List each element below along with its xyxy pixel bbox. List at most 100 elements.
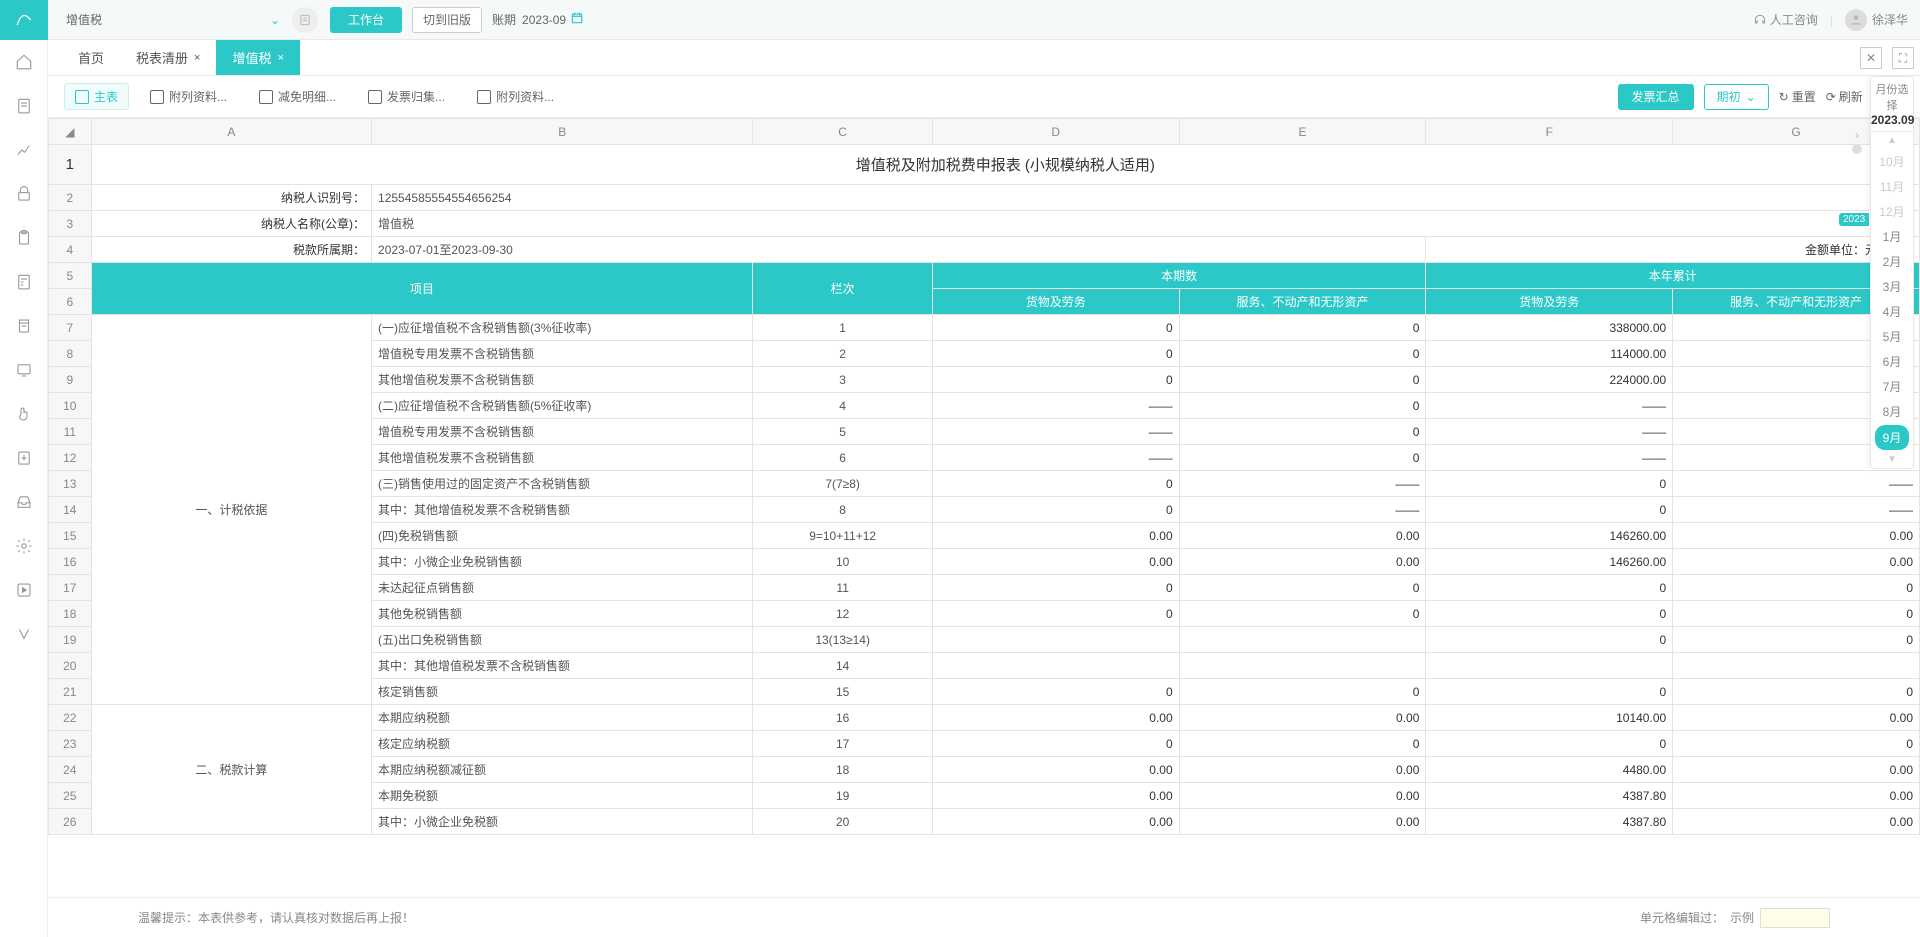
tab-增值税[interactable]: 增值税× xyxy=(216,40,299,75)
data-cell[interactable]: —— xyxy=(1426,393,1673,419)
nav-safe-icon[interactable] xyxy=(0,172,48,216)
data-cell[interactable]: 146260.00 xyxy=(1426,549,1673,575)
note-icon-button[interactable] xyxy=(292,7,318,33)
data-cell[interactable]: 0 xyxy=(1426,601,1673,627)
data-cell[interactable]: —— xyxy=(1673,471,1920,497)
data-cell[interactable]: 0 xyxy=(1426,497,1673,523)
nav-home-icon[interactable] xyxy=(0,40,48,84)
data-cell[interactable]: 0 xyxy=(1426,679,1673,705)
data-cell[interactable]: 146260.00 xyxy=(1426,523,1673,549)
nav-chart-icon[interactable] xyxy=(0,128,48,172)
corner-cell[interactable]: ◢ xyxy=(49,119,92,145)
data-cell[interactable]: 0.00 xyxy=(1179,757,1426,783)
row-header[interactable]: 16 xyxy=(49,549,92,575)
data-cell[interactable]: —— xyxy=(1179,471,1426,497)
data-cell[interactable]: 0 xyxy=(1179,601,1426,627)
month-item[interactable]: 4月 xyxy=(1871,299,1913,324)
data-cell[interactable]: 0 xyxy=(1673,627,1920,653)
subtab-附列资料...[interactable]: 附列资料... xyxy=(139,83,238,110)
data-cell[interactable]: 0 xyxy=(1426,731,1673,757)
row-header[interactable]: 12 xyxy=(49,445,92,471)
row-header[interactable]: 10 xyxy=(49,393,92,419)
data-cell[interactable]: —— xyxy=(932,393,1179,419)
nav-play-icon[interactable] xyxy=(0,568,48,612)
data-cell[interactable]: 0.00 xyxy=(932,523,1179,549)
month-item[interactable]: 7月 xyxy=(1871,374,1913,399)
data-cell[interactable]: —— xyxy=(1673,497,1920,523)
data-cell[interactable]: 0 xyxy=(1179,679,1426,705)
subtab-主表[interactable]: 主表 xyxy=(64,83,129,110)
data-cell[interactable]: 0 xyxy=(932,679,1179,705)
row-header[interactable]: 7 xyxy=(49,315,92,341)
data-cell[interactable]: 0.00 xyxy=(1673,809,1920,835)
col-header[interactable]: A xyxy=(91,119,371,145)
month-item[interactable]: 6月 xyxy=(1871,349,1913,374)
data-cell[interactable]: 0.00 xyxy=(932,705,1179,731)
tab-税表清册[interactable]: 税表清册× xyxy=(120,40,216,75)
nav-v-icon[interactable] xyxy=(0,612,48,656)
col-header[interactable]: E xyxy=(1179,119,1426,145)
data-cell[interactable]: 0 xyxy=(1179,575,1426,601)
month-item[interactable]: 5月 xyxy=(1871,324,1913,349)
data-cell[interactable]: 0.00 xyxy=(1673,705,1920,731)
month-item[interactable]: 2月 xyxy=(1871,249,1913,274)
data-cell[interactable]: 0 xyxy=(932,731,1179,757)
month-next-icon[interactable]: ▼ xyxy=(1871,451,1913,468)
data-cell[interactable]: —— xyxy=(932,445,1179,471)
refresh-button[interactable]: ⟳刷新 xyxy=(1826,88,1863,105)
data-cell[interactable]: —— xyxy=(1179,497,1426,523)
data-cell[interactable]: 0.00 xyxy=(1179,523,1426,549)
data-cell[interactable]: 0.00 xyxy=(1673,783,1920,809)
data-cell[interactable]: 0.00 xyxy=(1179,809,1426,835)
data-cell[interactable]: 4480.00 xyxy=(1426,757,1673,783)
col-header[interactable]: C xyxy=(753,119,932,145)
row-header[interactable]: 8 xyxy=(49,341,92,367)
month-prev-icon[interactable]: ▲ xyxy=(1871,132,1913,149)
data-cell[interactable]: 0.00 xyxy=(932,809,1179,835)
close-icon[interactable]: × xyxy=(194,52,200,64)
row-header[interactable]: 4 xyxy=(49,237,92,263)
data-cell[interactable]: —— xyxy=(932,419,1179,445)
switch-old-button[interactable]: 切到旧版 xyxy=(412,7,482,33)
row-header[interactable]: 17 xyxy=(49,575,92,601)
data-cell[interactable]: 0 xyxy=(932,471,1179,497)
data-cell[interactable]: 0 xyxy=(1673,575,1920,601)
reset-button[interactable]: ↻重置 xyxy=(1779,88,1816,105)
row-header[interactable]: 18 xyxy=(49,601,92,627)
row-header[interactable]: 5 xyxy=(49,263,92,289)
data-cell[interactable]: 0 xyxy=(932,575,1179,601)
subtab-减免明细...[interactable]: 减免明细... xyxy=(248,83,347,110)
data-cell[interactable]: 0 xyxy=(1179,393,1426,419)
data-cell[interactable]: 0 xyxy=(1179,445,1426,471)
data-cell[interactable]: 0 xyxy=(1179,731,1426,757)
data-cell[interactable]: 0 xyxy=(932,341,1179,367)
data-cell[interactable]: 0.00 xyxy=(1673,757,1920,783)
data-cell[interactable]: 0.00 xyxy=(1179,783,1426,809)
data-cell[interactable]: 0.00 xyxy=(1179,549,1426,575)
data-cell[interactable]: 0.00 xyxy=(1179,705,1426,731)
row-header[interactable]: 9 xyxy=(49,367,92,393)
row-header[interactable]: 2 xyxy=(49,185,92,211)
nav-clipboard-icon[interactable] xyxy=(0,216,48,260)
row-header[interactable]: 26 xyxy=(49,809,92,835)
nav-settings-icon[interactable] xyxy=(0,524,48,568)
data-cell[interactable]: 0.00 xyxy=(932,549,1179,575)
row-header[interactable]: 15 xyxy=(49,523,92,549)
period-value[interactable]: 2023-09 xyxy=(522,13,566,27)
month-item[interactable]: 8月 xyxy=(1871,399,1913,424)
page-dot[interactable] xyxy=(1852,144,1862,154)
data-cell[interactable]: 0 xyxy=(1179,367,1426,393)
calendar-icon[interactable] xyxy=(570,11,584,28)
row-header[interactable]: 25 xyxy=(49,783,92,809)
data-cell[interactable]: 10140.00 xyxy=(1426,705,1673,731)
user-menu[interactable]: 徐泽华 xyxy=(1845,9,1908,31)
data-cell[interactable]: 114000.00 xyxy=(1426,341,1673,367)
data-cell[interactable]: 0 xyxy=(1673,731,1920,757)
nav-tax-icon[interactable] xyxy=(0,304,48,348)
col-header[interactable]: B xyxy=(372,119,753,145)
nav-doc-icon[interactable] xyxy=(0,84,48,128)
row-header[interactable]: 19 xyxy=(49,627,92,653)
data-cell[interactable]: 0 xyxy=(1179,419,1426,445)
data-cell[interactable] xyxy=(932,627,1179,653)
row-header[interactable]: 1 xyxy=(49,145,92,185)
